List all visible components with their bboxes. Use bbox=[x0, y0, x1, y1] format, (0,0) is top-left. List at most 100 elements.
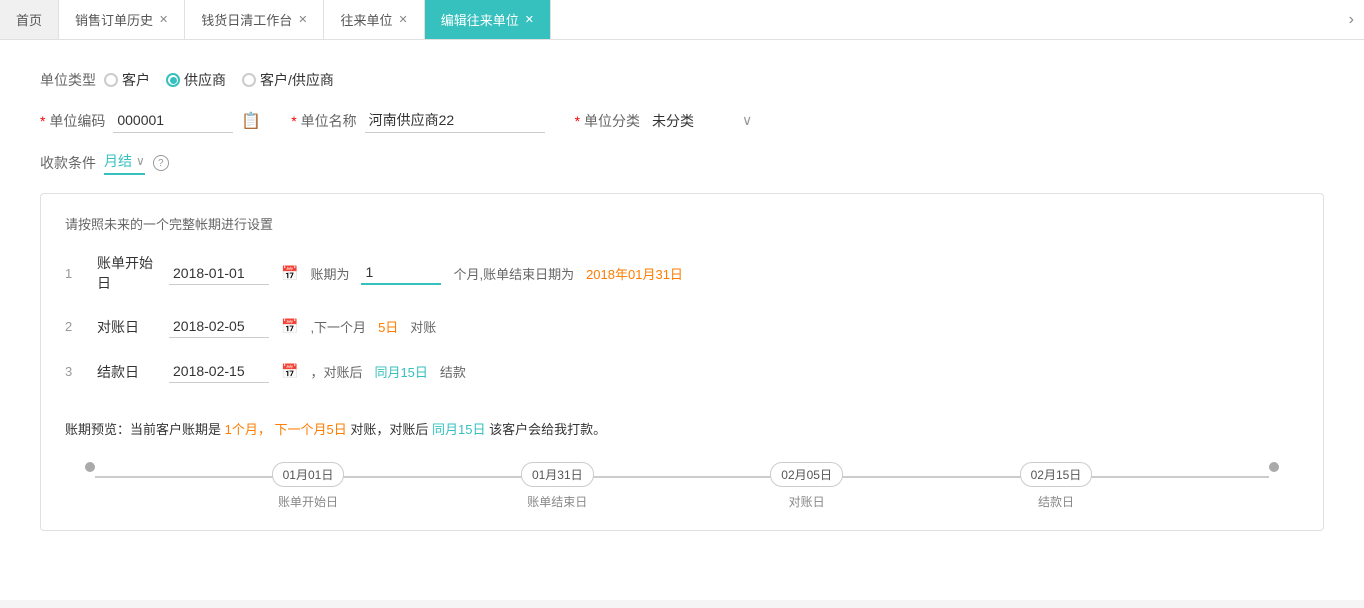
tab-bar: 首页 销售订单历史 ✕ 钱货日清工作台 ✕ 往来单位 ✕ 编辑往来单位 ✕ › bbox=[0, 0, 1364, 40]
preview-section: 账期预览：当前客户账期是 1个月， 下一个月5日 对账，对账后 同月15日 该客… bbox=[65, 405, 1299, 452]
row-2-post: 对账 bbox=[410, 317, 436, 336]
tab-cash-work[interactable]: 钱货日清工作台 ✕ bbox=[185, 0, 324, 39]
timeline-box-3: 02月05日 bbox=[770, 462, 843, 487]
category-value: 未分类 bbox=[652, 111, 694, 131]
timeline-dot-end bbox=[1269, 462, 1279, 472]
timeline-label-3: 对账日 bbox=[789, 493, 825, 510]
code-input[interactable] bbox=[113, 108, 233, 133]
help-icon[interactable]: ? bbox=[153, 155, 169, 171]
code-label: 单位编码 bbox=[40, 111, 105, 131]
preview-mid: 对账，对账后 bbox=[350, 422, 428, 437]
timeline-point-1: 01月01日 账单开始日 bbox=[272, 462, 345, 510]
timeline-box-4: 02月15日 bbox=[1020, 462, 1093, 487]
period-row-2: 2 对账日 📅 ,下一个月 5日 对账 bbox=[65, 315, 1299, 338]
row-3-label: 结款日 bbox=[97, 362, 157, 382]
row-1-pre: 账期为 bbox=[310, 264, 349, 283]
category-item: 单位分类 未分类 ∨ bbox=[575, 111, 753, 131]
row-3-post: 结款 bbox=[440, 362, 466, 381]
tab-home-label: 首页 bbox=[16, 10, 42, 29]
timeline-box-2: 01月31日 bbox=[521, 462, 594, 487]
radio-supplier-circle bbox=[166, 73, 180, 87]
radio-both[interactable]: 客户/供应商 bbox=[242, 70, 334, 90]
unit-type-radio-group: 客户 供应商 客户/供应商 bbox=[104, 70, 334, 90]
payment-dropdown-icon[interactable]: ∨ bbox=[136, 154, 145, 168]
period-row-3: 3 结款日 📅 ，对账后 同月15日 结款 bbox=[65, 360, 1299, 383]
tab-cash-work-label: 钱货日清工作台 bbox=[201, 10, 292, 29]
timeline-start-dot bbox=[85, 462, 95, 472]
timeline-end-dot bbox=[1269, 462, 1279, 472]
payment-label: 收款条件 bbox=[40, 153, 96, 173]
unit-type-label: 单位类型 bbox=[40, 70, 96, 90]
preview-next: 下一个月5日 bbox=[275, 422, 347, 437]
row-1-end-date: 2018年01月31日 bbox=[586, 264, 683, 283]
timeline-point-2: 01月31日 账单结束日 bbox=[521, 462, 594, 510]
row-1-number: 1 bbox=[65, 266, 85, 281]
tab-edit-partner-close[interactable]: ✕ bbox=[525, 13, 534, 26]
row-2-pre: ,下一个月 bbox=[310, 317, 366, 336]
tab-sales-history[interactable]: 销售订单历史 ✕ bbox=[59, 0, 185, 39]
code-name-row: 单位编码 📋 单位名称 单位分类 未分类 ∨ bbox=[40, 108, 1324, 133]
tab-cash-work-close[interactable]: ✕ bbox=[298, 13, 307, 26]
category-dropdown-icon[interactable]: ∨ bbox=[742, 112, 752, 129]
payment-item: 收款条件 月结 ∨ ? bbox=[40, 151, 169, 175]
timeline-label-1: 账单开始日 bbox=[278, 493, 338, 510]
panel-title: 请按照未来的一个完整帐期进行设置 bbox=[65, 214, 1299, 233]
timeline-points: 01月01日 账单开始日 01月31日 账单结束日 02月05日 对账日 02月… bbox=[85, 462, 1279, 510]
row-2-highlight: 5日 bbox=[378, 317, 398, 336]
timeline-label-4: 结款日 bbox=[1038, 493, 1074, 510]
tab-sales-history-close[interactable]: ✕ bbox=[159, 13, 168, 26]
timeline-point-4: 02月15日 结款日 bbox=[1020, 462, 1093, 510]
row-2-number: 2 bbox=[65, 319, 85, 334]
code-calendar-icon[interactable]: 📋 bbox=[241, 111, 261, 131]
period-row-1: 1 账单开始日 📅 账期为 个月,账单结束日期为 2018年01月31日 bbox=[65, 253, 1299, 293]
preview-label: 账期预览：当前客户账期是 bbox=[65, 422, 221, 437]
radio-both-circle bbox=[242, 73, 256, 87]
tab-sales-history-label: 销售订单历史 bbox=[75, 10, 153, 29]
timeline-label-2: 账单结束日 bbox=[527, 493, 587, 510]
radio-customer-label: 客户 bbox=[122, 70, 150, 90]
timeline-point-3: 02月05日 对账日 bbox=[770, 462, 843, 510]
tab-more-button[interactable]: › bbox=[1339, 0, 1364, 39]
payment-value: 月结 bbox=[104, 151, 132, 171]
preview-same: 同月15日 bbox=[432, 422, 485, 437]
row-3-highlight: 同月15日 bbox=[374, 362, 427, 381]
row-3-number: 3 bbox=[65, 364, 85, 379]
row-3-pre: ，对账后 bbox=[310, 362, 362, 381]
radio-customer[interactable]: 客户 bbox=[104, 70, 150, 90]
tab-edit-partner[interactable]: 编辑往来单位 ✕ bbox=[425, 0, 551, 39]
category-label: 单位分类 bbox=[575, 111, 640, 131]
tab-edit-partner-label: 编辑往来单位 bbox=[441, 10, 519, 29]
row-1-label: 账单开始日 bbox=[97, 253, 157, 293]
payment-select[interactable]: 月结 ∨ bbox=[104, 151, 145, 175]
start-date-input[interactable] bbox=[169, 262, 269, 285]
period-months-input[interactable] bbox=[361, 261, 441, 285]
preview-end: 该客户会给我打款。 bbox=[489, 422, 606, 437]
settings-panel: 请按照未来的一个完整帐期进行设置 1 账单开始日 📅 账期为 个月,账单结束日期… bbox=[40, 193, 1324, 531]
unit-type-item: 单位类型 客户 供应商 客户/供应商 bbox=[40, 70, 334, 90]
timeline-container: 01月01日 账单开始日 01月31日 账单结束日 02月05日 对账日 02月… bbox=[65, 462, 1299, 510]
radio-both-label: 客户/供应商 bbox=[260, 70, 334, 90]
name-item: 单位名称 bbox=[291, 108, 544, 133]
tab-partner[interactable]: 往来单位 ✕ bbox=[324, 0, 424, 39]
radio-customer-circle bbox=[104, 73, 118, 87]
reconcile-date-calendar-icon[interactable]: 📅 bbox=[281, 318, 298, 335]
preview-months: 1个月， bbox=[225, 422, 271, 437]
payment-date-input[interactable] bbox=[169, 360, 269, 383]
timeline-box-1: 01月01日 bbox=[272, 462, 345, 487]
tab-partner-label: 往来单位 bbox=[340, 10, 392, 29]
tab-home[interactable]: 首页 bbox=[0, 0, 59, 39]
payment-date-calendar-icon[interactable]: 📅 bbox=[281, 363, 298, 380]
tab-partner-close[interactable]: ✕ bbox=[399, 13, 408, 26]
name-input[interactable] bbox=[365, 108, 545, 133]
payment-row: 收款条件 月结 ∨ ? bbox=[40, 151, 1324, 175]
row-1-post: 个月,账单结束日期为 bbox=[453, 264, 574, 283]
reconcile-date-input[interactable] bbox=[169, 315, 269, 338]
name-label: 单位名称 bbox=[291, 111, 356, 131]
radio-supplier[interactable]: 供应商 bbox=[166, 70, 226, 90]
unit-type-row: 单位类型 客户 供应商 客户/供应商 bbox=[40, 70, 1324, 90]
start-date-calendar-icon[interactable]: 📅 bbox=[281, 265, 298, 282]
main-content: 单位类型 客户 供应商 客户/供应商 单位编码 📋 bbox=[0, 40, 1364, 600]
timeline-dot-start bbox=[85, 462, 95, 472]
radio-supplier-label: 供应商 bbox=[184, 70, 226, 90]
row-2-label: 对账日 bbox=[97, 317, 157, 337]
